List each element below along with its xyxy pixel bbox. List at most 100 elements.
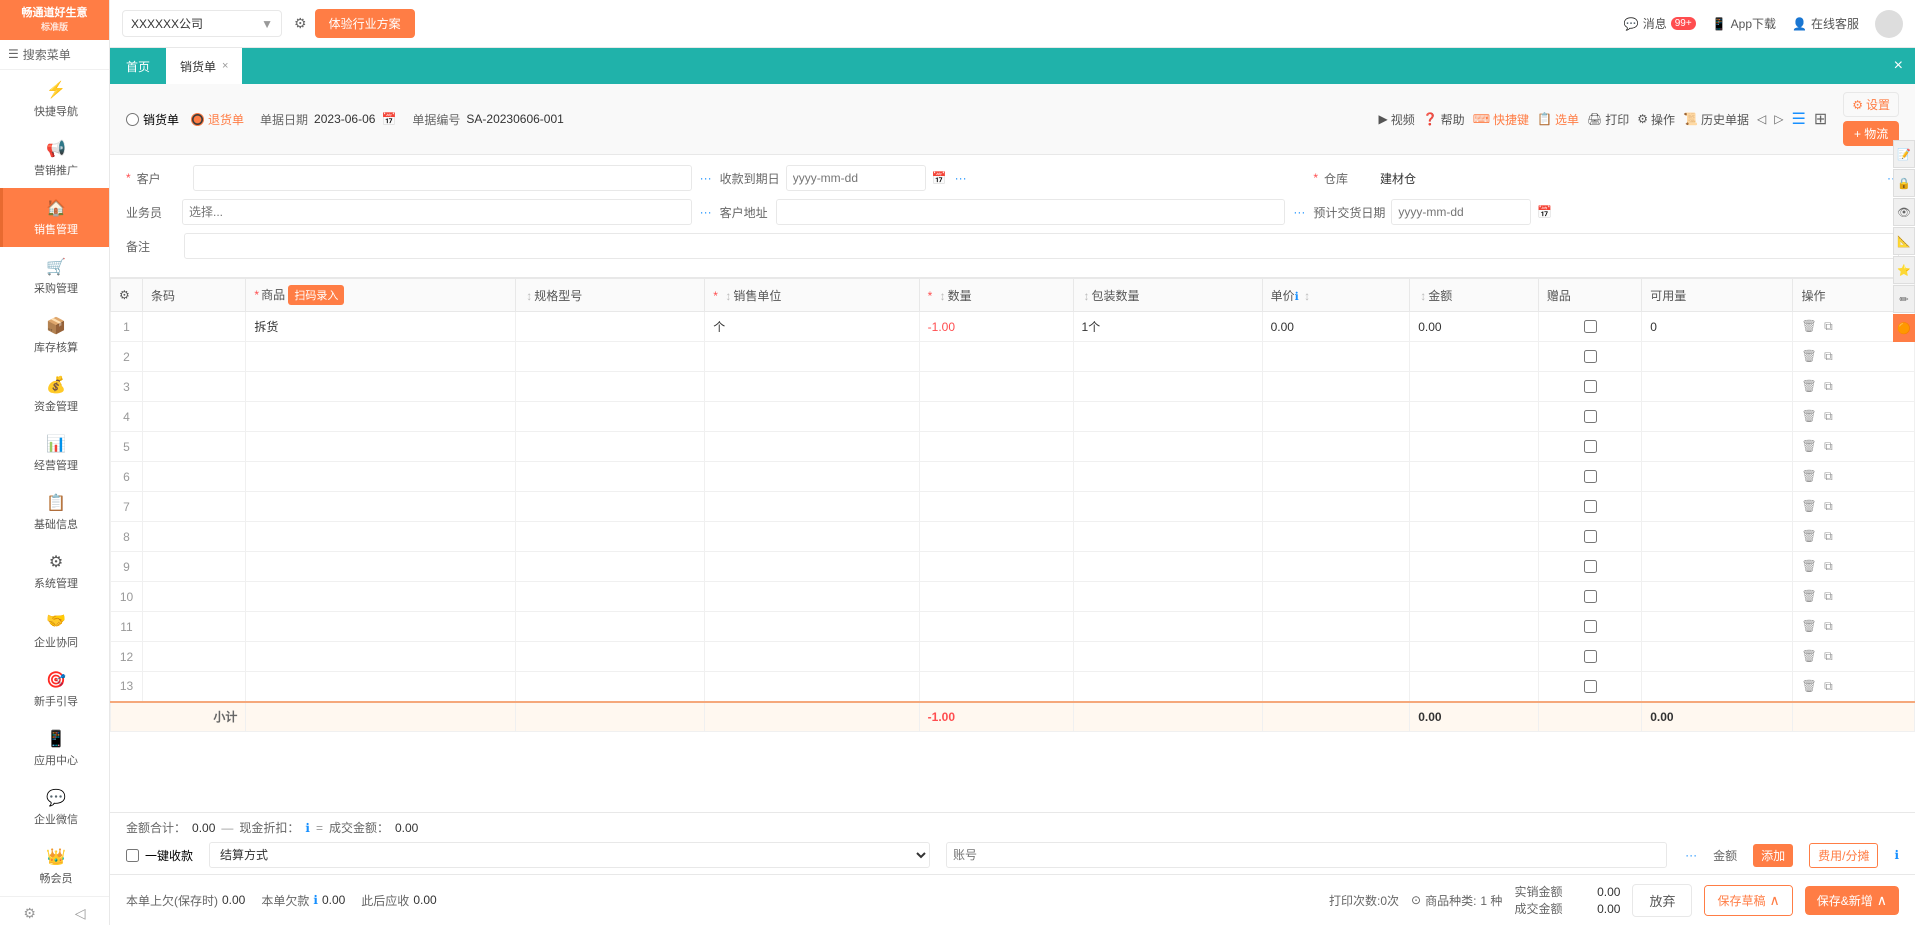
row-unit-price[interactable] bbox=[1262, 582, 1410, 612]
company-selector[interactable]: XXXXXX公司 ▼ bbox=[122, 10, 282, 37]
tab-home[interactable]: 首页 bbox=[110, 48, 166, 84]
sidebar-item-operations[interactable]: 📊 经营管理 bbox=[0, 424, 109, 483]
logistics-button[interactable]: + 物流 bbox=[1843, 121, 1899, 146]
sidebar-item-basics[interactable]: 📋 基础信息 bbox=[0, 483, 109, 542]
sidebar-item-finance[interactable]: 💰 资金管理 bbox=[0, 365, 109, 424]
row-product[interactable] bbox=[246, 492, 516, 522]
row-barcode[interactable] bbox=[143, 552, 246, 582]
payment-checkbox[interactable] bbox=[126, 849, 139, 862]
price-info-icon[interactable]: ℹ bbox=[1295, 291, 1299, 303]
price-sort-icon[interactable]: ↕ bbox=[1304, 289, 1310, 303]
row-pack-qty[interactable] bbox=[1073, 402, 1262, 432]
message-item[interactable]: 💬 消息 99+ bbox=[1624, 15, 1696, 32]
discard-button[interactable]: 放弃 bbox=[1632, 884, 1692, 917]
delete-icon[interactable]: 🗑 bbox=[1801, 619, 1816, 633]
row-unit[interactable] bbox=[705, 672, 919, 702]
sidebar-item-apps[interactable]: 📱 应用中心 bbox=[0, 719, 109, 778]
spec-sort-icon[interactable]: ↕ bbox=[526, 289, 532, 303]
row-barcode[interactable] bbox=[143, 522, 246, 552]
row-pack-qty[interactable] bbox=[1073, 642, 1262, 672]
action-select[interactable]: 📋 选单 bbox=[1537, 111, 1579, 128]
row-quantity[interactable] bbox=[919, 462, 1073, 492]
row-barcode[interactable] bbox=[143, 672, 246, 702]
copy-icon[interactable]: ⧉ bbox=[1824, 469, 1833, 483]
gift-checkbox[interactable] bbox=[1584, 560, 1597, 573]
row-pack-qty[interactable] bbox=[1073, 552, 1262, 582]
row-gift[interactable] bbox=[1538, 402, 1641, 432]
row-unit[interactable] bbox=[705, 642, 919, 672]
unit-sort-icon[interactable]: ↕ bbox=[725, 289, 731, 303]
row-product[interactable] bbox=[246, 342, 516, 372]
customer-address-input[interactable] bbox=[776, 199, 1286, 225]
gift-checkbox[interactable] bbox=[1584, 350, 1597, 363]
row-spec[interactable] bbox=[516, 582, 705, 612]
gift-checkbox[interactable] bbox=[1584, 440, 1597, 453]
row-unit[interactable]: 个 bbox=[705, 312, 919, 342]
product-type-icon[interactable]: ⊙ bbox=[1411, 893, 1421, 907]
row-amount[interactable] bbox=[1410, 462, 1539, 492]
delete-icon[interactable]: 🗑 bbox=[1801, 379, 1816, 393]
sidebar-item-wechat[interactable]: 💬 企业微信 bbox=[0, 778, 109, 837]
row-unit[interactable] bbox=[705, 492, 919, 522]
radio-return-input[interactable] bbox=[191, 113, 204, 126]
copy-icon[interactable]: ⧉ bbox=[1824, 589, 1833, 603]
salesperson-ellipsis[interactable]: ··· bbox=[700, 205, 712, 219]
row-amount[interactable] bbox=[1410, 432, 1539, 462]
row-product[interactable] bbox=[246, 372, 516, 402]
row-amount[interactable] bbox=[1410, 582, 1539, 612]
row-gift[interactable] bbox=[1538, 342, 1641, 372]
gift-checkbox[interactable] bbox=[1584, 680, 1597, 693]
copy-icon[interactable]: ⧉ bbox=[1824, 529, 1833, 543]
sidebar-item-inventory[interactable]: 📦 库存核算 bbox=[0, 306, 109, 365]
row-spec[interactable] bbox=[516, 552, 705, 582]
row-gift[interactable] bbox=[1538, 582, 1641, 612]
row-quantity[interactable]: -1.00 bbox=[919, 312, 1073, 342]
row-barcode[interactable] bbox=[143, 432, 246, 462]
row-pack-qty[interactable] bbox=[1073, 372, 1262, 402]
row-barcode[interactable] bbox=[143, 612, 246, 642]
row-unit-price[interactable] bbox=[1262, 552, 1410, 582]
row-quantity[interactable] bbox=[919, 552, 1073, 582]
row-unit[interactable] bbox=[705, 552, 919, 582]
sidebar-item-sales[interactable]: 🏠 销售管理 bbox=[0, 188, 109, 247]
sidebar-search[interactable]: ☰ 搜索菜单 bbox=[0, 40, 109, 70]
row-pack-qty[interactable] bbox=[1073, 522, 1262, 552]
row-amount[interactable] bbox=[1410, 612, 1539, 642]
row-unit[interactable] bbox=[705, 522, 919, 552]
row-amount[interactable] bbox=[1410, 402, 1539, 432]
date-calendar-icon[interactable]: 📅 bbox=[381, 112, 396, 126]
row-quantity[interactable] bbox=[919, 432, 1073, 462]
save-draft-button[interactable]: 保存草稿 ∧ bbox=[1705, 886, 1791, 915]
qty-sort-icon[interactable]: ↕ bbox=[940, 289, 946, 303]
copy-icon[interactable]: ⧉ bbox=[1824, 619, 1833, 633]
row-pack-qty[interactable] bbox=[1073, 582, 1262, 612]
salesperson-input[interactable] bbox=[182, 199, 692, 225]
row-unit-price[interactable] bbox=[1262, 432, 1410, 462]
row-spec[interactable] bbox=[516, 462, 705, 492]
payment-method-select[interactable]: 结算方式 bbox=[209, 842, 930, 868]
row-unit-price[interactable] bbox=[1262, 642, 1410, 672]
sidebar-item-vip[interactable]: 👑 畅会员 bbox=[0, 837, 109, 896]
gift-checkbox[interactable] bbox=[1584, 530, 1597, 543]
header-settings-icon[interactable]: ⚙ bbox=[294, 15, 307, 32]
row-gift[interactable] bbox=[1538, 612, 1641, 642]
sidebar-item-guide[interactable]: 🎯 新手引导 bbox=[0, 660, 109, 719]
row-product[interactable] bbox=[246, 462, 516, 492]
row-amount[interactable] bbox=[1410, 672, 1539, 702]
copy-icon[interactable]: ⧉ bbox=[1824, 559, 1833, 573]
radio-sales-order[interactable]: 销货单 bbox=[126, 111, 179, 128]
row-gift[interactable] bbox=[1538, 642, 1641, 672]
row-unit-price[interactable] bbox=[1262, 492, 1410, 522]
row-product[interactable] bbox=[246, 582, 516, 612]
row-quantity[interactable] bbox=[919, 522, 1073, 552]
action-operate[interactable]: ⚙ 操作 bbox=[1637, 111, 1675, 128]
copy-icon[interactable]: ⧉ bbox=[1824, 409, 1833, 423]
radio-return-order[interactable]: 退货单 bbox=[191, 111, 244, 128]
row-quantity[interactable] bbox=[919, 642, 1073, 672]
next-record-icon[interactable]: ▷ bbox=[1774, 112, 1783, 126]
right-panel-btn-2[interactable]: 🔒 bbox=[1893, 169, 1915, 197]
expense-button[interactable]: 费用/分摊 bbox=[1809, 843, 1878, 868]
row-product[interactable] bbox=[246, 552, 516, 582]
row-spec[interactable] bbox=[516, 342, 705, 372]
copy-icon[interactable]: ⧉ bbox=[1824, 649, 1833, 663]
